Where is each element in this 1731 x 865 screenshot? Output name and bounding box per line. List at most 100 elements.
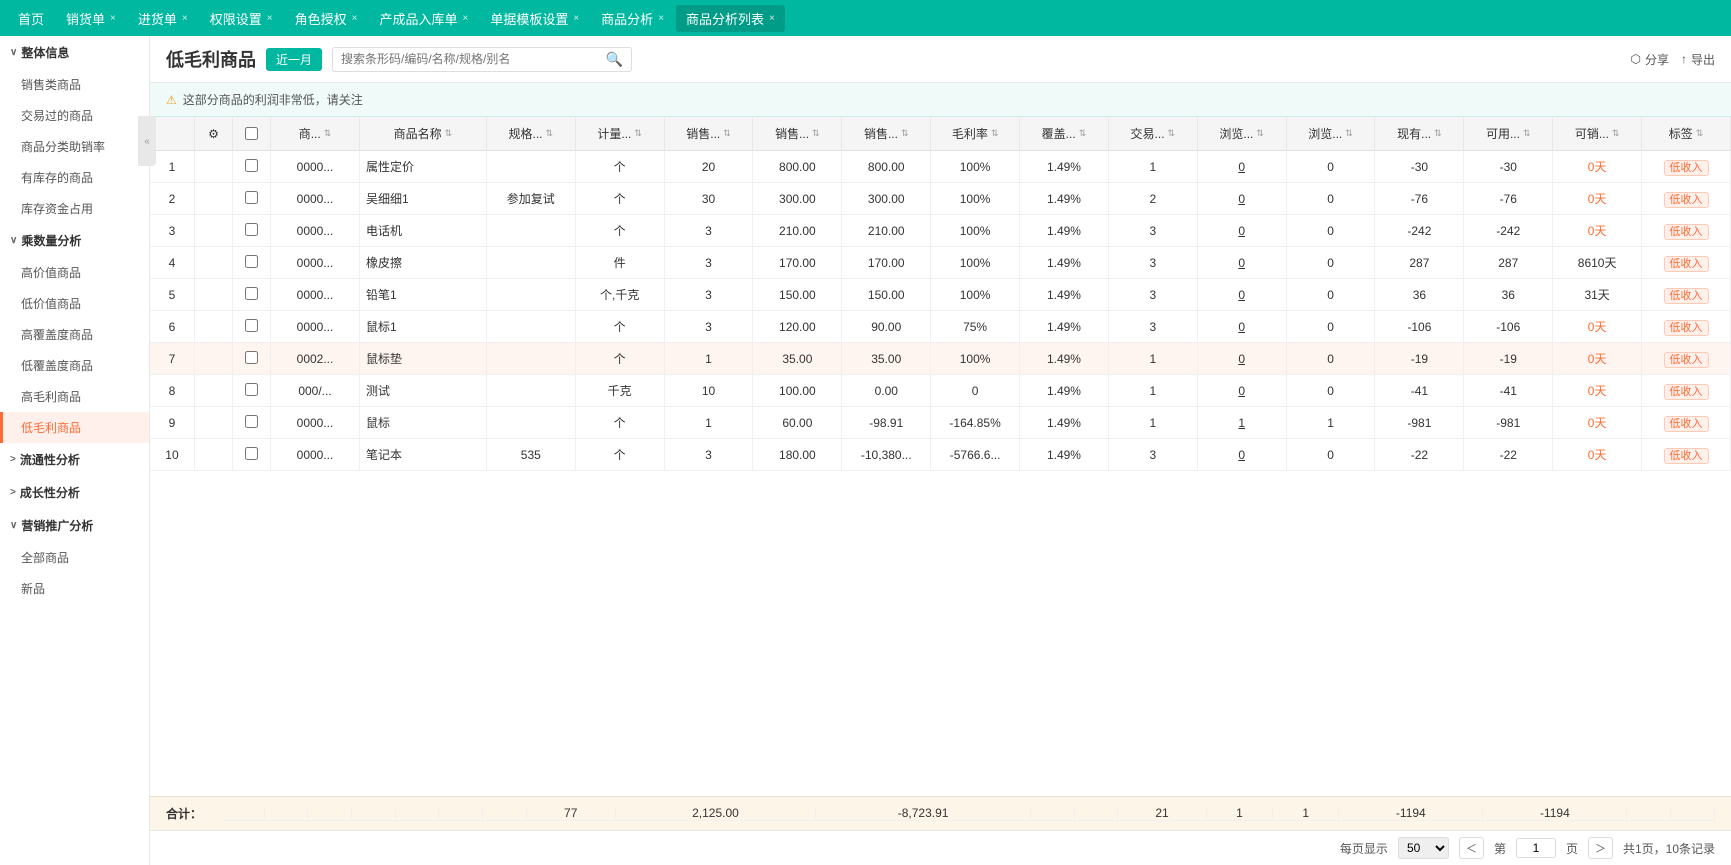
settings-icon[interactable]: ⚙: [208, 127, 219, 141]
sidebar-item-库存资金占用[interactable]: 库存资金占用: [0, 193, 149, 224]
sort-icon[interactable]: ⇅: [1612, 128, 1620, 139]
row-checkbox[interactable]: [245, 191, 258, 204]
row-checkbox[interactable]: [245, 159, 258, 172]
row-view1: 0: [1197, 439, 1286, 471]
nav-item-单据模板设置[interactable]: 单据模板设置×: [480, 5, 589, 32]
row-spec: [486, 215, 575, 247]
prev-page-button[interactable]: ＜: [1459, 837, 1484, 859]
nav-close-icon[interactable]: ×: [769, 13, 775, 24]
nav-item-首页[interactable]: 首页: [8, 5, 54, 32]
nav-close-icon[interactable]: ×: [658, 13, 664, 24]
row-checkbox[interactable]: [245, 255, 258, 268]
page-header: 低毛利商品 近一月 🔍 ⬡ 分享 ↑ 导出: [150, 36, 1731, 83]
nav-close-icon[interactable]: ×: [182, 13, 188, 24]
row-checkbox[interactable]: [245, 223, 258, 236]
date-filter-button[interactable]: 近一月: [266, 48, 322, 71]
sidebar-item-高覆盖度商品[interactable]: 高覆盖度商品: [0, 319, 149, 350]
nav-item-商品分析列表[interactable]: 商品分析列表×: [676, 5, 785, 32]
sort-icon[interactable]: ⇅: [723, 128, 731, 139]
nav-close-icon[interactable]: ×: [110, 13, 116, 24]
search-icon[interactable]: 🔍: [606, 51, 623, 68]
col-label: 毛利率: [952, 125, 988, 142]
row-unit: 个: [575, 343, 664, 375]
row-sales-profit: 300.00: [842, 183, 931, 215]
footer-cell-0: [222, 806, 264, 821]
select-all-checkbox[interactable]: [245, 127, 258, 140]
per-page-select[interactable]: 50 100 200: [1398, 837, 1449, 859]
sort-icon[interactable]: ⇅: [1256, 128, 1264, 139]
col-label: 标签: [1669, 125, 1693, 142]
sort-icon[interactable]: ⇅: [1523, 128, 1531, 139]
nav-close-icon[interactable]: ×: [462, 13, 468, 24]
sort-icon[interactable]: ⇅: [445, 128, 453, 139]
sidebar-item-全部商品[interactable]: 全部商品: [0, 542, 149, 573]
share-button[interactable]: ⬡ 分享: [1630, 51, 1669, 68]
row-sales-profit: 150.00: [842, 279, 931, 311]
next-page-button[interactable]: ＞: [1588, 837, 1613, 859]
sidebar-collapse-button[interactable]: «: [138, 116, 156, 166]
row-checkbox[interactable]: [245, 383, 258, 396]
sidebar-group-流通性分析[interactable]: >流通性分析: [0, 443, 149, 476]
sort-icon[interactable]: ⇅: [1345, 128, 1353, 139]
sort-icon[interactable]: ⇅: [546, 128, 554, 139]
sidebar-item-有库存的商品[interactable]: 有库存的商品: [0, 162, 149, 193]
sidebar-item-销售类商品[interactable]: 销售类商品: [0, 69, 149, 100]
sidebar-item-低覆盖度商品[interactable]: 低覆盖度商品: [0, 350, 149, 381]
row-view1: 0: [1197, 151, 1286, 183]
sidebar-group-营销推广分析[interactable]: ∨营销推广分析: [0, 509, 149, 542]
nav-close-icon[interactable]: ×: [573, 13, 579, 24]
row-checkbox[interactable]: [245, 319, 258, 332]
sort-icon[interactable]: ⇅: [1168, 128, 1176, 139]
sidebar-item-高毛利商品[interactable]: 高毛利商品: [0, 381, 149, 412]
row-settings: [194, 375, 232, 407]
row-sales-price: 120.00: [753, 311, 842, 343]
sidebar-item-新品[interactable]: 新品: [0, 573, 149, 604]
table-row: 40000...橡皮擦件3170.00170.00100%1.49%300287…: [150, 247, 1731, 279]
nav-close-icon[interactable]: ×: [267, 13, 273, 24]
sidebar-item-交易过的商品[interactable]: 交易过的商品: [0, 100, 149, 131]
nav-item-销货单[interactable]: 销货单×: [56, 5, 126, 32]
col-header-tag: 标签⇅: [1642, 117, 1731, 151]
group-label: 乘数量分析: [21, 232, 81, 249]
export-button[interactable]: ↑ 导出: [1681, 51, 1715, 68]
row-tag: 低收入: [1642, 375, 1731, 407]
row-checkbox[interactable]: [245, 415, 258, 428]
row-checkbox[interactable]: [245, 351, 258, 364]
col-header-gross_rate: 毛利率⇅: [931, 117, 1020, 151]
sort-icon[interactable]: ⇅: [1079, 128, 1087, 139]
table-row: 60000...鼠标1个3120.0090.0075%1.49%300-106-…: [150, 311, 1731, 343]
sort-icon[interactable]: ⇅: [901, 128, 909, 139]
nav-item-权限设置[interactable]: 权限设置×: [200, 5, 283, 32]
notice-icon: ⚠: [166, 93, 177, 107]
row-checkbox[interactable]: [245, 287, 258, 300]
sort-icon[interactable]: ⇅: [634, 128, 642, 139]
nav-item-产成品入库单[interactable]: 产成品入库单×: [369, 5, 478, 32]
sidebar-item-低毛利商品[interactable]: 低毛利商品: [0, 412, 149, 443]
footer-cell-7: 77: [526, 806, 615, 821]
sort-icon[interactable]: ⇅: [1434, 128, 1442, 139]
sort-icon[interactable]: ⇅: [812, 128, 820, 139]
sort-icon[interactable]: ⇅: [324, 128, 332, 139]
sidebar-item-高价值商品[interactable]: 高价值商品: [0, 257, 149, 288]
sidebar-item-低价值商品[interactable]: 低价值商品: [0, 288, 149, 319]
col-label: 交易...: [1131, 125, 1165, 142]
col-header-settings: ⚙: [194, 117, 232, 151]
nav-item-商品分析[interactable]: 商品分析×: [591, 5, 674, 32]
sidebar-group-成长性分析[interactable]: >成长性分析: [0, 476, 149, 509]
sort-icon[interactable]: ⇅: [1696, 128, 1704, 139]
search-input[interactable]: [341, 52, 601, 66]
group-label: 流通性分析: [20, 451, 80, 468]
row-tag: 低收入: [1642, 311, 1731, 343]
row-code: 000/...: [271, 375, 360, 407]
nav-close-icon[interactable]: ×: [352, 13, 358, 24]
sidebar-group-乘数量分析[interactable]: ∨乘数量分析: [0, 224, 149, 257]
row-no: 2: [150, 183, 194, 215]
nav-item-角色授权[interactable]: 角色授权×: [285, 5, 368, 32]
sidebar-item-商品分类助销率[interactable]: 商品分类助销率: [0, 131, 149, 162]
page-input[interactable]: [1516, 838, 1556, 858]
sidebar-group-整体信息[interactable]: ∨整体信息: [0, 36, 149, 69]
nav-item-进货单[interactable]: 进货单×: [128, 5, 198, 32]
row-available: -242: [1464, 215, 1553, 247]
sort-icon[interactable]: ⇅: [991, 128, 999, 139]
row-checkbox[interactable]: [245, 447, 258, 460]
